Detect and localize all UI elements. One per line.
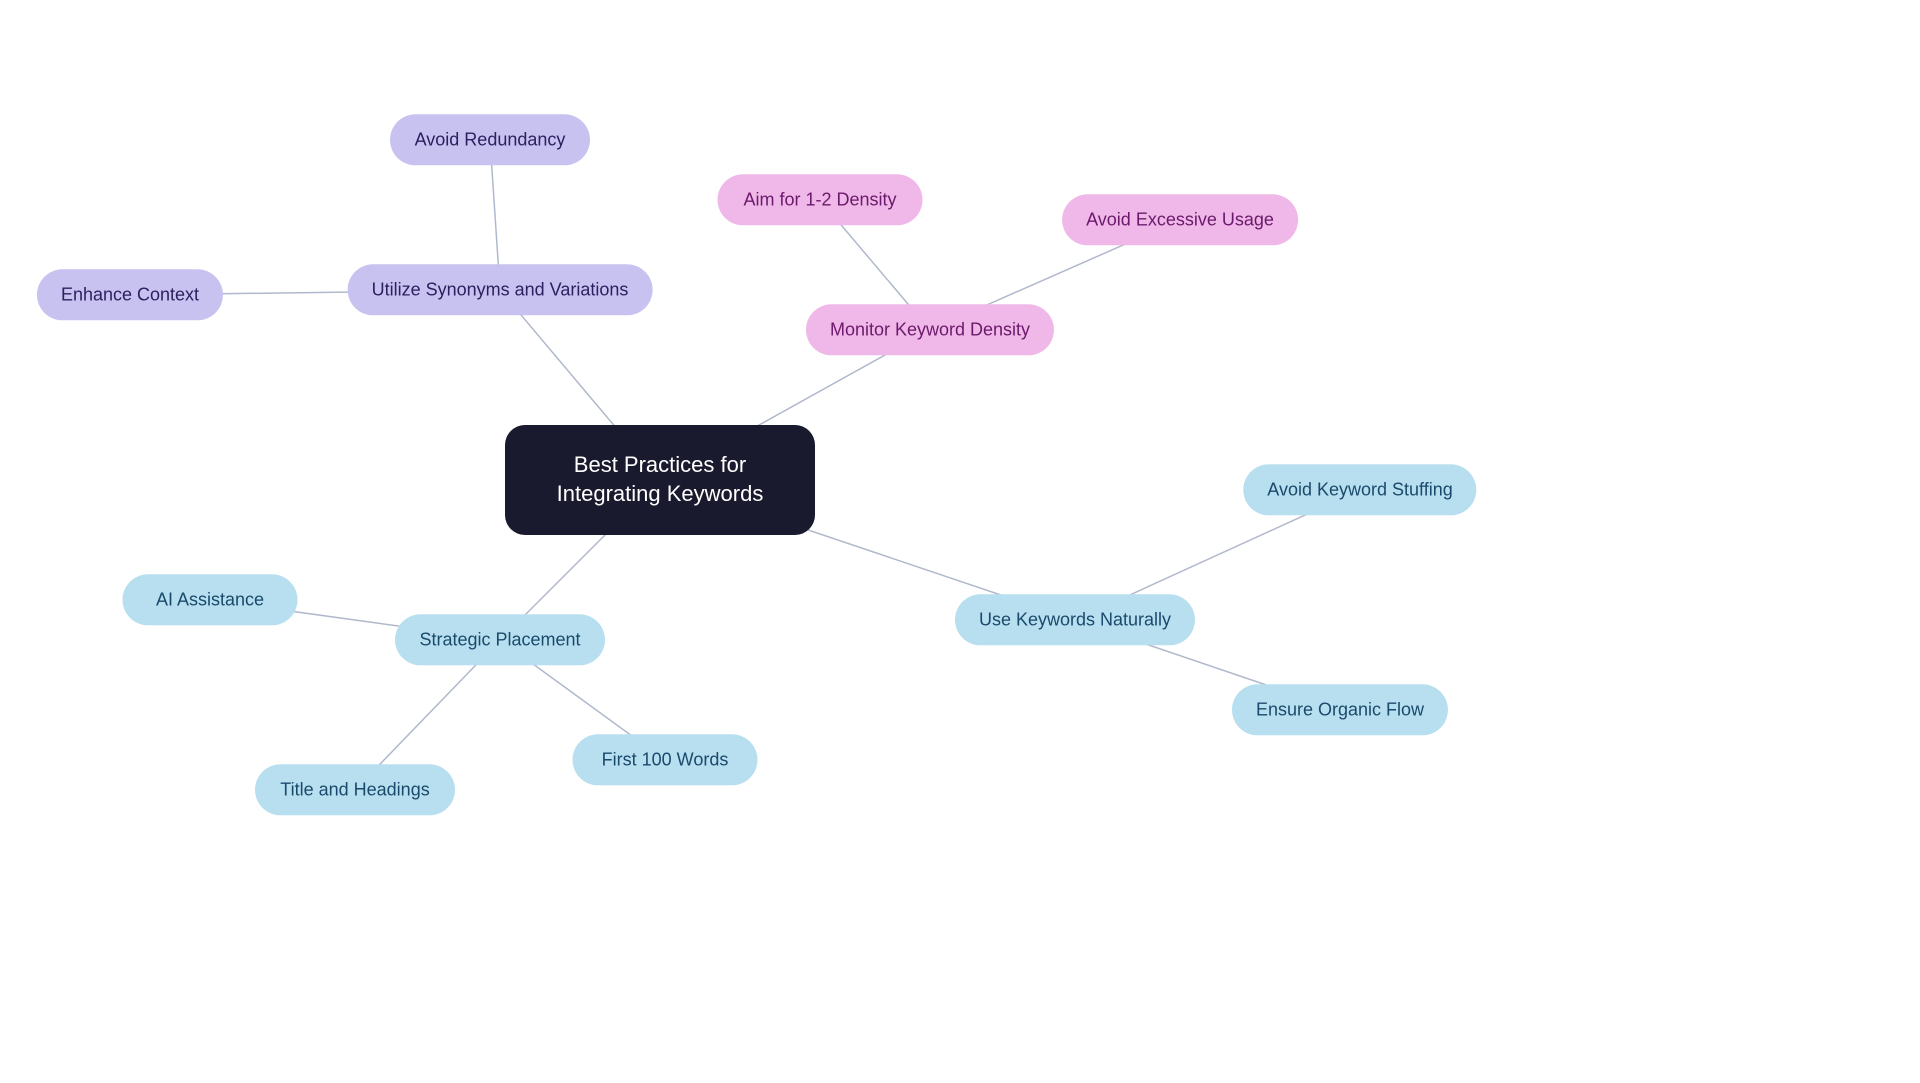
connection-lines [0, 0, 1920, 1083]
node-ensure-organic-flow[interactable]: Ensure Organic Flow [1232, 684, 1448, 735]
node-avoid-keyword-stuffing[interactable]: Avoid Keyword Stuffing [1243, 464, 1476, 515]
node-avoid-excessive-usage[interactable]: Avoid Excessive Usage [1062, 194, 1298, 245]
node-ai-assistance[interactable]: AI Assistance [123, 574, 298, 625]
node-aim-for-density[interactable]: Aim for 1-2 Density [718, 174, 923, 225]
node-strategic-placement[interactable]: Strategic Placement [395, 614, 605, 665]
center-node[interactable]: Best Practices for Integrating Keywords [505, 425, 815, 535]
node-avoid-redundancy[interactable]: Avoid Redundancy [390, 114, 590, 165]
node-utilize-synonyms[interactable]: Utilize Synonyms and Variations [348, 264, 653, 315]
node-enhance-context[interactable]: Enhance Context [37, 269, 223, 320]
node-use-keywords-naturally[interactable]: Use Keywords Naturally [955, 594, 1195, 645]
node-monitor-keyword-density[interactable]: Monitor Keyword Density [806, 304, 1054, 355]
mindmap-container: Best Practices for Integrating Keywords U… [0, 0, 1920, 1083]
node-title-and-headings[interactable]: Title and Headings [255, 764, 455, 815]
node-first-100-words[interactable]: First 100 Words [573, 734, 758, 785]
